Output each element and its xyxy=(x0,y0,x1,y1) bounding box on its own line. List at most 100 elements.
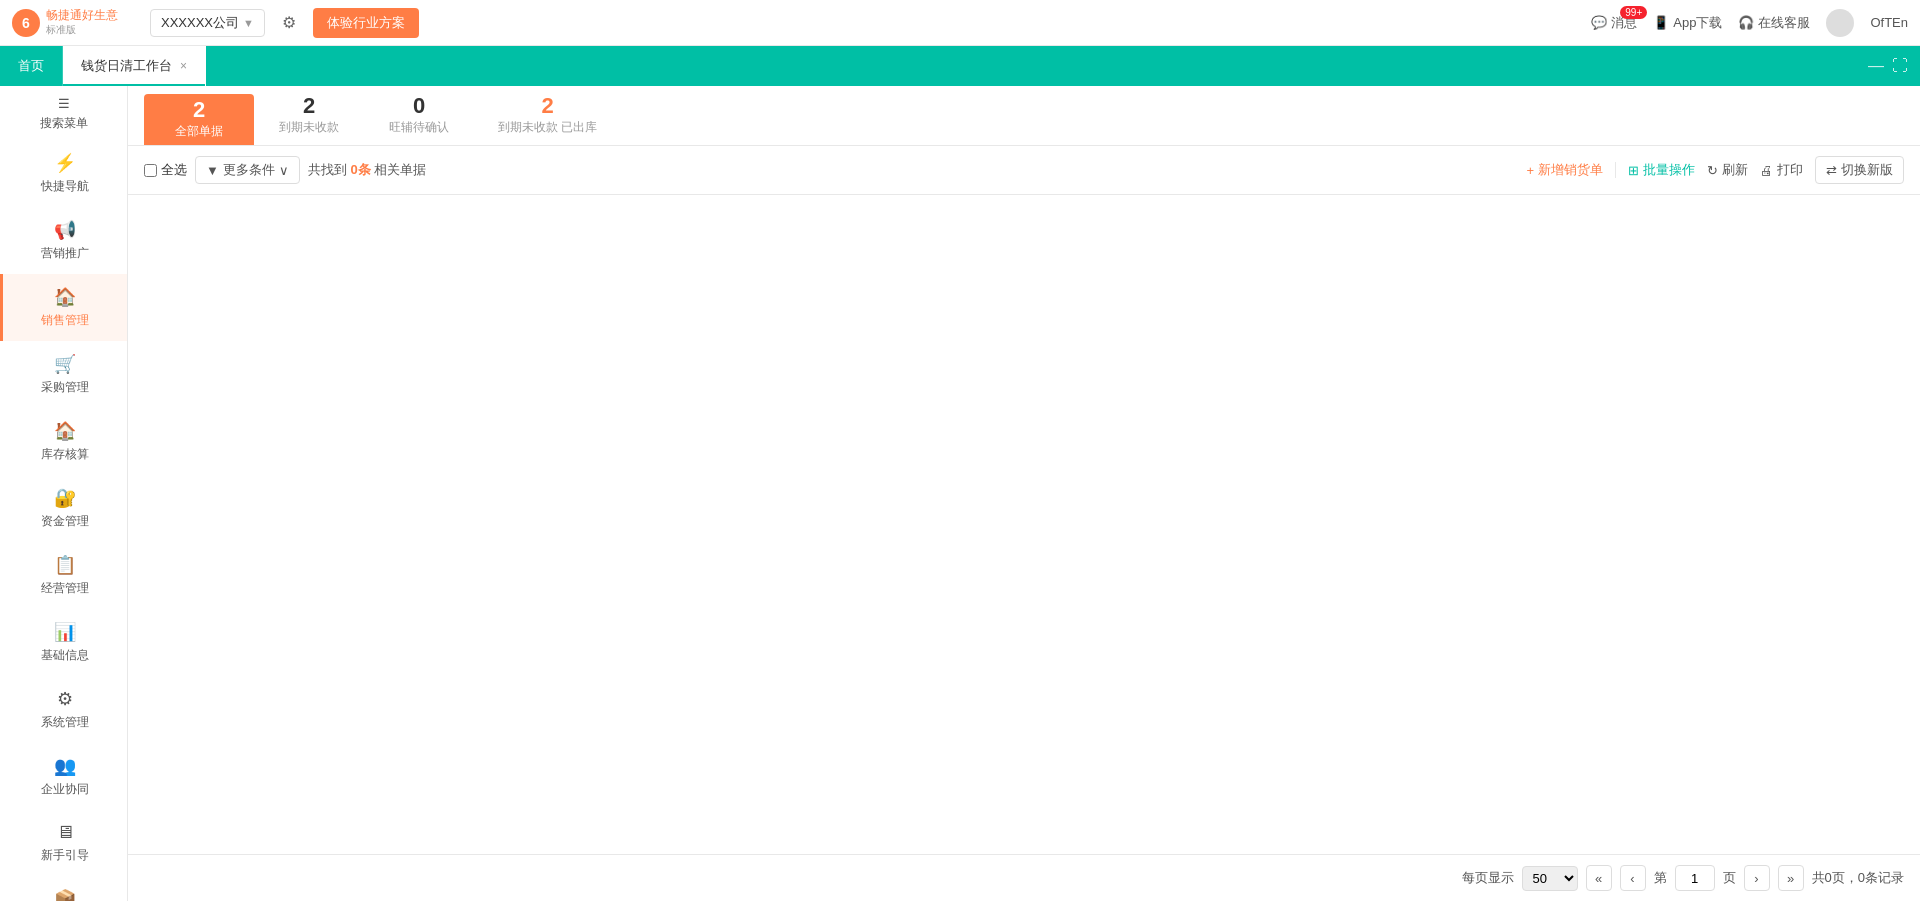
avatar[interactable] xyxy=(1826,9,1854,37)
sidebar-item-finance[interactable]: 🔐 资金管理 xyxy=(0,475,127,542)
prev-page-button[interactable]: ‹ xyxy=(1620,865,1646,891)
refresh-button[interactable]: ↻ 刷新 xyxy=(1707,161,1748,179)
first-page-button[interactable]: « xyxy=(1586,865,1612,891)
stat-tab-shipped[interactable]: 2 到期未收款 已出库 xyxy=(474,86,621,145)
message-icon: 💬 xyxy=(1591,15,1607,30)
company-name: XXXXXX公司 xyxy=(161,14,239,32)
message-badge: 99+ xyxy=(1620,6,1647,19)
stat-num-wangfu: 0 xyxy=(413,93,425,119)
online-service-button[interactable]: 🎧 在线客服 xyxy=(1738,14,1810,32)
user-name: OfTEn xyxy=(1870,15,1908,30)
sidebar-item-label: 库存核算 xyxy=(41,446,89,463)
switch-icon: ⇄ xyxy=(1826,163,1837,178)
select-all-label: 全选 xyxy=(161,161,187,179)
sidebar-item-operations[interactable]: 📋 经营管理 xyxy=(0,542,127,609)
sidebar-item-label: 采购管理 xyxy=(41,379,89,396)
chevron-down-icon: ∨ xyxy=(279,163,289,178)
filter-label: 更多条件 xyxy=(223,161,275,179)
sidebar-search[interactable]: ☰ 搜索菜单 xyxy=(0,86,127,140)
app-download-label: App下载 xyxy=(1673,14,1722,32)
pagination: 每页显示 50 100 200 « ‹ 第 页 › » 共0页，0条记录 xyxy=(128,854,1920,901)
found-text: 共找到 0条 相关单据 xyxy=(308,161,426,179)
sidebar-item-app-center[interactable]: 📦 应用中心 xyxy=(0,876,127,901)
tab-active[interactable]: 钱货日清工作台 × xyxy=(63,46,206,86)
divider xyxy=(1615,162,1616,178)
tab-home[interactable]: 首页 xyxy=(0,46,63,86)
per-page-select[interactable]: 50 100 200 xyxy=(1522,866,1578,891)
table-area xyxy=(128,195,1920,854)
add-btn-label: 新增销货单 xyxy=(1538,161,1603,179)
select-all-checkbox[interactable]: 全选 xyxy=(144,161,187,179)
sidebar-item-inventory[interactable]: 🏠 库存核算 xyxy=(0,408,127,475)
filter-button[interactable]: ▼ 更多条件 ∨ xyxy=(195,156,300,184)
app-download-button[interactable]: 📱 App下载 xyxy=(1653,14,1722,32)
switch-version-button[interactable]: ⇄ 切换新版 xyxy=(1815,156,1904,184)
stat-tab-overdue[interactable]: 2 到期未收款 xyxy=(254,86,364,145)
last-page-button[interactable]: » xyxy=(1778,865,1804,891)
basic-info-icon: 📊 xyxy=(54,621,76,643)
found-count: 0条 xyxy=(351,162,371,177)
sidebar-item-purchase[interactable]: 🛒 采购管理 xyxy=(0,341,127,408)
content-area: 2 全部单据 2 到期未收款 0 旺辅待确认 2 到期未收款 已出库 全选 xyxy=(128,86,1920,901)
sidebar-item-cooperation[interactable]: 👥 企业协同 xyxy=(0,743,127,810)
empty-area xyxy=(128,195,1920,854)
sidebar-item-label: 企业协同 xyxy=(41,781,89,798)
system-icon: ⚙ xyxy=(57,688,73,710)
settings-icon[interactable]: ⚙ xyxy=(275,9,303,37)
nav-tabs: 首页 钱货日清工作台 × — ⛶ xyxy=(0,46,1920,86)
stats-tabs: 2 全部单据 2 到期未收款 0 旺辅待确认 2 到期未收款 已出库 xyxy=(128,86,1920,146)
sidebar-item-label: 经营管理 xyxy=(41,580,89,597)
inventory-icon: 🏠 xyxy=(54,420,76,442)
page-total: 共0页，0条记录 xyxy=(1812,869,1904,887)
add-sale-button[interactable]: + 新增销货单 xyxy=(1526,161,1603,179)
print-icon: 🖨 xyxy=(1760,163,1773,178)
sidebar-item-label: 系统管理 xyxy=(41,714,89,731)
sidebar-item-label: 基础信息 xyxy=(41,647,89,664)
stat-tab-all[interactable]: 2 全部单据 xyxy=(144,94,254,145)
app-download-icon: 📱 xyxy=(1653,15,1669,30)
purchase-icon: 🛒 xyxy=(54,353,76,375)
expand-icon[interactable]: ⛶ xyxy=(1892,57,1908,75)
plus-icon: + xyxy=(1526,163,1534,178)
refresh-icon: ↻ xyxy=(1707,163,1718,178)
top-bar: 6 畅捷通好生意 标准版 XXXXXX公司 ▼ ⚙ 体验行业方案 💬 消息 99… xyxy=(0,0,1920,46)
stat-label-wangfu: 旺辅待确认 xyxy=(389,119,449,136)
print-button[interactable]: 🖨 打印 xyxy=(1760,161,1803,179)
stat-num-overdue: 2 xyxy=(303,93,315,119)
app-center-icon: 📦 xyxy=(54,888,76,901)
switch-label: 切换新版 xyxy=(1841,161,1893,179)
page-label: 第 xyxy=(1654,869,1667,887)
tab-home-label: 首页 xyxy=(18,57,44,75)
sidebar-item-label: 营销推广 xyxy=(41,245,89,262)
sidebar-item-system[interactable]: ⚙ 系统管理 xyxy=(0,676,127,743)
logo-area: 6 畅捷通好生意 标准版 xyxy=(12,8,140,38)
filter-icon: ▼ xyxy=(206,163,219,178)
sidebar-item-label: 新手引导 xyxy=(41,847,89,864)
page-suffix: 页 xyxy=(1723,869,1736,887)
company-selector[interactable]: XXXXXX公司 ▼ xyxy=(150,9,265,37)
batch-label: 批量操作 xyxy=(1643,161,1695,179)
sidebar-item-basic-info[interactable]: 📊 基础信息 xyxy=(0,609,127,676)
sidebar: ☰ 搜索菜单 ⚡ 快捷导航 📢 营销推广 🏠 销售管理 🛒 采购管理 🏠 库存核… xyxy=(0,86,128,901)
sidebar-item-sales[interactable]: 🏠 销售管理 xyxy=(0,274,127,341)
next-page-button[interactable]: › xyxy=(1744,865,1770,891)
marketing-icon: 📢 xyxy=(54,219,76,241)
stat-tab-wangfu[interactable]: 0 旺辅待确认 xyxy=(364,86,474,145)
main-layout: ☰ 搜索菜单 ⚡ 快捷导航 📢 营销推广 🏠 销售管理 🛒 采购管理 🏠 库存核… xyxy=(0,86,1920,901)
page-number-input[interactable] xyxy=(1675,865,1715,891)
toolbar-right: + 新增销货单 ⊞ 批量操作 ↻ 刷新 🖨 打印 ⇄ 切 xyxy=(1526,156,1904,184)
stat-num-shipped: 2 xyxy=(542,93,554,119)
sidebar-item-marketing[interactable]: 📢 营销推广 xyxy=(0,207,127,274)
sidebar-item-guide[interactable]: 🖥 新手引导 xyxy=(0,810,127,876)
trial-button[interactable]: 体验行业方案 xyxy=(313,8,419,38)
close-icon[interactable]: × xyxy=(180,59,187,73)
select-all-input[interactable] xyxy=(144,164,157,177)
message-button[interactable]: 💬 消息 99+ xyxy=(1591,14,1637,32)
online-service-label: 在线客服 xyxy=(1758,14,1810,32)
cooperation-icon: 👥 xyxy=(54,755,76,777)
batch-icon: ⊞ xyxy=(1628,163,1639,178)
batch-operation-button[interactable]: ⊞ 批量操作 xyxy=(1628,161,1695,179)
minimize-icon[interactable]: — xyxy=(1868,57,1884,75)
stat-label-overdue: 到期未收款 xyxy=(279,119,339,136)
sidebar-item-quick-nav[interactable]: ⚡ 快捷导航 xyxy=(0,140,127,207)
